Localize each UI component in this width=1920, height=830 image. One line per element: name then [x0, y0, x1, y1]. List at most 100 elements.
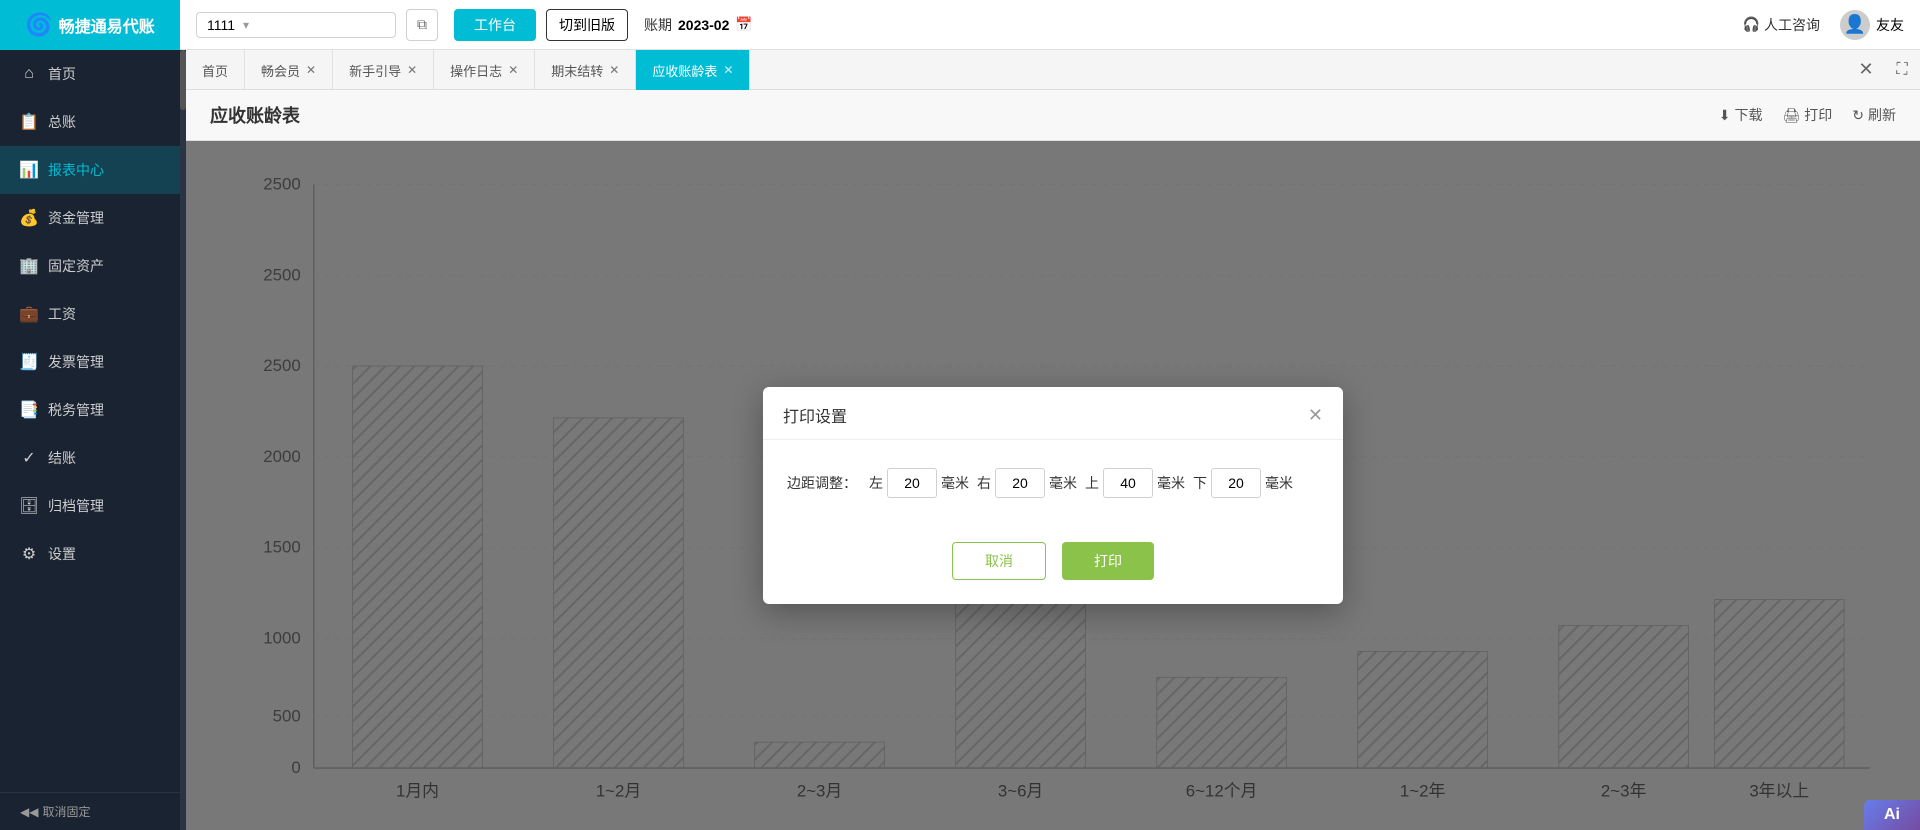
- page-title: 应收账龄表: [210, 102, 300, 128]
- tab-label-aging: 应收账龄表: [652, 61, 717, 80]
- top-margin-input[interactable]: [1103, 468, 1153, 498]
- tab-label-period_end: 期末结转: [551, 61, 603, 80]
- tab-close-period_end[interactable]: ✕: [609, 63, 619, 77]
- checkout-icon: ✓: [20, 449, 38, 467]
- tab-home[interactable]: 首页: [186, 50, 245, 90]
- sidebar-item-checkout[interactable]: ✓ 结账: [0, 434, 180, 482]
- sidebar-label-checkout: 结账: [48, 448, 76, 468]
- right-unit: 毫米: [1049, 473, 1077, 493]
- calendar-icon[interactable]: 📅: [735, 16, 752, 33]
- chevron-down-icon: ▾: [243, 18, 249, 32]
- avatar: 👤: [1840, 10, 1870, 40]
- sidebar-label-home: 首页: [48, 64, 76, 84]
- sidebar-item-payroll[interactable]: 💼 工资: [0, 290, 180, 338]
- print-label: 打印: [1804, 105, 1832, 125]
- print-icon: 🖨: [1782, 107, 1800, 124]
- close-tab-button[interactable]: ✕: [1848, 50, 1884, 90]
- sidebar-label-tax_mgmt: 税务管理: [48, 400, 104, 420]
- sidebar-label-fund_mgmt: 资金管理: [48, 208, 104, 228]
- chart-area: 2500 2500 2500 2000 1500 1000 500 0: [186, 141, 1920, 830]
- refresh-icon: ↻: [1852, 107, 1864, 124]
- headset-icon: 🎧: [1743, 16, 1760, 33]
- print-button[interactable]: 🖨 打印: [1782, 105, 1832, 125]
- logo-icon: 🌀: [25, 12, 52, 38]
- margin-label: 边距调整：: [787, 473, 857, 493]
- tab-member[interactable]: 畅会员 ✕: [245, 50, 333, 90]
- tab-label-guide: 新手引导: [349, 61, 401, 80]
- dialog-title: 打印设置: [783, 403, 847, 427]
- right-label: 右: [977, 473, 991, 493]
- sidebar-item-tax_mgmt[interactable]: 📑 税务管理: [0, 386, 180, 434]
- tab-label-operation_log: 操作日志: [450, 61, 502, 80]
- sidebar-item-general_ledger[interactable]: 📋 总账: [0, 98, 180, 146]
- sidebar-label-general_ledger: 总账: [48, 112, 76, 132]
- tab-close-aging[interactable]: ✕: [723, 63, 733, 77]
- period-label: 账期: [644, 15, 672, 35]
- left-unit: 毫米: [941, 473, 969, 493]
- expand-button[interactable]: ⛶: [1884, 50, 1920, 90]
- support-button[interactable]: 🎧 人工咨询: [1743, 15, 1820, 35]
- sidebar-label-settings: 设置: [48, 544, 76, 564]
- tab-actions: ✕ ⛶: [1848, 50, 1920, 90]
- tab-close-operation_log[interactable]: ✕: [508, 63, 518, 77]
- dialog-overlay: 打印设置 ✕ 边距调整： 左 毫米: [186, 141, 1920, 830]
- sidebar-label-payroll: 工资: [48, 304, 76, 324]
- logo: 🌀 畅捷通易代账: [0, 0, 180, 50]
- tab-label-member: 畅会员: [261, 61, 300, 80]
- bottom-margin-input[interactable]: [1211, 468, 1261, 498]
- cancel-fixed-button[interactable]: ◀◀ 取消固定: [0, 792, 180, 830]
- tab-aging[interactable]: 应收账龄表 ✕: [636, 50, 750, 90]
- logo-text: 畅捷通易代账: [59, 13, 155, 37]
- workbench-button[interactable]: 工作台: [454, 9, 536, 41]
- sidebar-label-fixed_assets: 固定资产: [48, 256, 104, 276]
- download-label: 下载: [1734, 105, 1762, 125]
- margin-row: 边距调整： 左 毫米 右 毫米: [787, 468, 1319, 498]
- page-header: 应收账龄表 ⬇ 下载 🖨 打印 ↻ 刷新: [186, 90, 1920, 141]
- invoice_mgmt-icon: 🧾: [20, 353, 38, 371]
- dialog-close-button[interactable]: ✕: [1308, 405, 1323, 426]
- sidebar-item-fund_mgmt[interactable]: 💰 资金管理: [0, 194, 180, 242]
- download-button[interactable]: ⬇ 下载: [1719, 105, 1763, 125]
- payroll-icon: 💼: [20, 305, 38, 323]
- tab-guide[interactable]: 新手引导 ✕: [333, 50, 434, 90]
- tab-close-guide[interactable]: ✕: [407, 63, 417, 77]
- sidebar-item-fixed_assets[interactable]: 🏢 固定资产: [0, 242, 180, 290]
- company-selector[interactable]: 1111 ▾: [196, 12, 396, 38]
- top-label: 上: [1085, 473, 1099, 493]
- sidebar-label-report_center: 报表中心: [48, 160, 104, 180]
- top-unit: 毫米: [1157, 473, 1185, 493]
- sidebar-item-invoice_mgmt[interactable]: 🧾 发票管理: [0, 338, 180, 386]
- print-dialog: 打印设置 ✕ 边距调整： 左 毫米: [763, 387, 1343, 604]
- period-value: 2023-02: [678, 17, 729, 33]
- tab-label-home: 首页: [202, 61, 228, 80]
- archive_mgmt-icon: 🗄: [20, 497, 38, 515]
- sidebar-item-settings[interactable]: ⚙ 设置: [0, 530, 180, 578]
- switch-old-button[interactable]: 切到旧版: [546, 9, 628, 41]
- cancel-button[interactable]: 取消: [952, 542, 1046, 580]
- tab-close-member[interactable]: ✕: [306, 63, 316, 77]
- copy-icon: ⧉: [417, 16, 427, 33]
- user-icon: 👤: [1844, 14, 1866, 35]
- home-icon: ⌂: [20, 65, 38, 83]
- sidebar-item-archive_mgmt[interactable]: 🗄 归档管理: [0, 482, 180, 530]
- dialog-body: 边距调整： 左 毫米 右 毫米: [763, 440, 1343, 526]
- arrow-left-icon: ◀◀: [20, 805, 38, 819]
- refresh-button[interactable]: ↻ 刷新: [1852, 105, 1896, 125]
- tax_mgmt-icon: 📑: [20, 401, 38, 419]
- tab-period_end[interactable]: 期末结转 ✕: [535, 50, 636, 90]
- general_ledger-icon: 📋: [20, 113, 38, 131]
- sidebar-item-report_center[interactable]: 📊 报表中心: [0, 146, 180, 194]
- tabs-bar: 首页 畅会员 ✕ 新手引导 ✕ 操作日志 ✕ 期末结转 ✕ 应收账龄表 ✕ ✕ ⛶: [186, 50, 1920, 90]
- sidebar-label-archive_mgmt: 归档管理: [48, 496, 104, 516]
- user-button[interactable]: 👤 友友: [1840, 10, 1904, 40]
- right-margin-input[interactable]: [995, 468, 1045, 498]
- ai-badge: Ai: [1864, 800, 1920, 830]
- sidebar-item-home[interactable]: ⌂ 首页: [0, 50, 180, 98]
- left-margin-group: 左 毫米: [869, 468, 969, 498]
- print-confirm-button[interactable]: 打印: [1062, 542, 1154, 580]
- left-margin-input[interactable]: [887, 468, 937, 498]
- dialog-header: 打印设置 ✕: [763, 387, 1343, 440]
- copy-button[interactable]: ⧉: [406, 9, 438, 41]
- tab-operation_log[interactable]: 操作日志 ✕: [434, 50, 535, 90]
- bottom-label: 下: [1193, 473, 1207, 493]
